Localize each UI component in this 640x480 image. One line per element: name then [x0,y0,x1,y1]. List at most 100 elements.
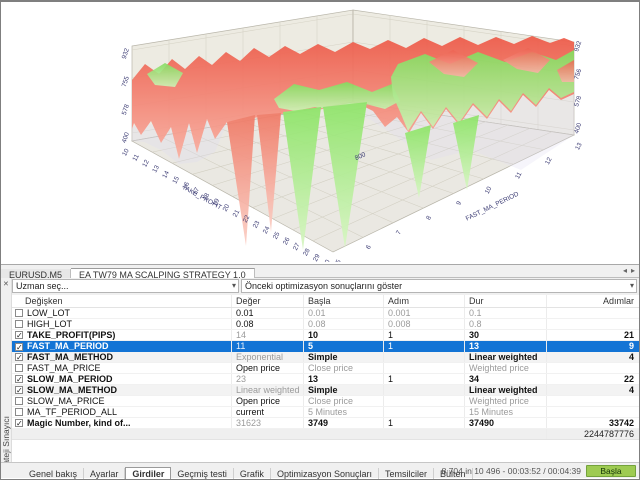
param-stop[interactable]: Linear weighted [464,385,546,395]
table-row[interactable]: ✓ SLOW_MA_PERIOD 23 13 1 34 22 [12,374,639,385]
param-stop[interactable]: Weighted price [464,363,546,373]
tab-scroll-right-icon[interactable]: ▸ [629,266,637,275]
param-value[interactable]: Open price [231,396,303,406]
param-value[interactable]: 31623 [231,418,303,428]
param-value[interactable]: 23 [231,374,303,384]
param-step[interactable] [383,363,464,373]
param-name: MA_TF_PERIOD_ALL [27,407,118,417]
param-name: FAST_MA_PERIOD [27,341,109,351]
param-name: SLOW_MA_METHOD [27,385,117,395]
z-tick: 400 [573,122,583,135]
param-value[interactable]: Linear weighted [231,385,303,395]
close-icon[interactable]: ✕ [3,280,9,288]
param-start[interactable]: Close price [303,363,383,373]
param-stop[interactable]: 13 [464,341,546,352]
table-row[interactable]: ✓ Magic Number, kind of... 31623 3749 1 37490… [12,418,639,429]
row-checkbox[interactable] [15,408,23,416]
param-step[interactable] [383,385,464,395]
optimization-results-select[interactable]: Önceki optimizasyon sonuçlarını göster ▾ [241,279,637,293]
param-start[interactable]: 13 [303,374,383,384]
param-start[interactable]: 10 [303,330,383,340]
param-stop[interactable]: 0.1 [464,308,546,318]
tester-toolbar: Uzman seç... ▾ Önceki optimizasyon sonuç… [12,278,639,295]
param-value[interactable]: current [231,407,303,417]
table-row[interactable]: ✓ FAST_MA_METHOD Exponential Simple Linear w… [12,352,639,363]
row-checkbox[interactable]: ✓ [15,331,23,340]
row-checkbox[interactable]: ✓ [15,342,23,351]
param-name-cell: FAST_MA_PRICE [12,363,231,373]
expert-select[interactable]: Uzman seç... ▾ [12,279,239,293]
progress-status: 8 704 in 10 496 - 00:03:52 / 00:04:39 [441,466,581,476]
table-row[interactable]: HIGH_LOT 0.08 0.08 0.008 0.8 [12,319,639,330]
optimization-3d-chart[interactable]: 932 755 578 400 932 756 578 400 TAKE_PRO… [1,2,639,268]
bottom-tab-optimizasyon-sonu-lar-[interactable]: Optimizasyon Sonuçları [271,468,379,479]
row-checkbox[interactable]: ✓ [15,375,23,384]
bottom-tab-ayarlar[interactable]: Ayarlar [84,468,126,479]
bottom-tab-girdiler[interactable]: Girdiler [125,467,172,479]
param-value[interactable]: 14 [231,330,303,340]
tab-scroll-left-icon[interactable]: ◂ [621,266,629,275]
param-value[interactable]: Open price [231,363,303,373]
param-start[interactable]: 5 [303,341,383,352]
param-step[interactable]: 0.001 [383,308,464,318]
bottom-tab-genel-bak-[interactable]: Genel bakış [23,468,85,479]
bottom-tab-grafik[interactable]: Grafik [234,468,271,479]
param-start[interactable]: Close price [303,396,383,406]
axis-tick-label: 26 [282,236,292,246]
table-row[interactable]: SLOW_MA_PRICE Open price Close price Weight… [12,396,639,407]
row-checkbox[interactable]: ✓ [15,386,23,395]
param-stop[interactable]: 34 [464,374,546,384]
param-step[interactable]: 1 [383,374,464,384]
row-checkbox[interactable] [15,397,23,405]
table-row[interactable]: FAST_MA_PRICE Open price Close price Weight… [12,363,639,374]
param-stop[interactable]: 30 [464,330,546,340]
param-name-cell: ✓ SLOW_MA_METHOD [12,385,231,395]
param-step[interactable]: 1 [383,341,464,352]
param-start[interactable]: 0.01 [303,308,383,318]
param-name-cell: ✓ FAST_MA_METHOD [12,352,231,362]
param-start[interactable]: 3749 [303,418,383,428]
param-stop[interactable]: 0.8 [464,319,546,329]
param-step[interactable]: 1 [383,330,464,340]
row-checkbox[interactable]: ✓ [15,353,23,362]
row-checkbox[interactable] [15,320,23,328]
param-step[interactable] [383,407,464,417]
table-row[interactable]: ✓ FAST_MA_PERIOD 11 5 1 13 9 [12,341,639,352]
param-value[interactable]: Exponential [231,352,303,362]
param-name: LOW_LOT [27,308,71,318]
param-name: FAST_MA_METHOD [27,352,114,362]
table-row[interactable]: MA_TF_PERIOD_ALL current 5 Minutes 15 Minut… [12,407,639,418]
param-start[interactable]: Simple [303,352,383,362]
param-start[interactable]: Simple [303,385,383,395]
param-step[interactable]: 0.008 [383,319,464,329]
bottom-tab-temsilciler[interactable]: Temsilciler [379,468,434,479]
param-start[interactable]: 0.08 [303,319,383,329]
row-checkbox[interactable]: ✓ [15,419,23,428]
start-button[interactable]: Başla [586,465,636,477]
param-stop[interactable]: Linear weighted [464,352,546,362]
param-stop[interactable]: 37490 [464,418,546,428]
param-stop[interactable]: 15 Minutes [464,407,546,417]
param-start[interactable]: 5 Minutes [303,407,383,417]
param-stop[interactable]: Weighted price [464,396,546,406]
axis-tick-label: 12 [544,156,554,166]
param-name-cell: ✓ TAKE_PROFIT(PIPS) [12,330,231,340]
parameters-table: Değişken Değer Başla Adım Dur Adımlar LO… [12,295,639,440]
param-value[interactable]: 11 [231,341,303,352]
tester-tab-strip: EURUSD,M5 EA TW79 MA SCALPING STRATEGY 1.… [1,264,639,282]
table-row[interactable]: LOW_LOT 0.01 0.01 0.001 0.1 [12,308,639,319]
param-step[interactable] [383,396,464,406]
param-value[interactable]: 0.01 [231,308,303,318]
table-row[interactable]: ✓ SLOW_MA_METHOD Linear weighted Simple Line… [12,385,639,396]
table-row[interactable]: ✓ TAKE_PROFIT(PIPS) 14 10 1 30 21 [12,330,639,341]
row-checkbox[interactable] [15,364,23,372]
col-start: Başla [303,295,383,307]
z-tick: 578 [573,95,583,108]
param-step[interactable]: 1 [383,418,464,428]
param-step[interactable] [383,352,464,362]
param-value[interactable]: 0.08 [231,319,303,329]
z-tick: 932 [573,40,583,53]
row-checkbox[interactable] [15,309,23,317]
param-name-cell: LOW_LOT [12,308,231,318]
bottom-tab-ge-mi-testi[interactable]: Geçmiş testi [171,468,234,479]
